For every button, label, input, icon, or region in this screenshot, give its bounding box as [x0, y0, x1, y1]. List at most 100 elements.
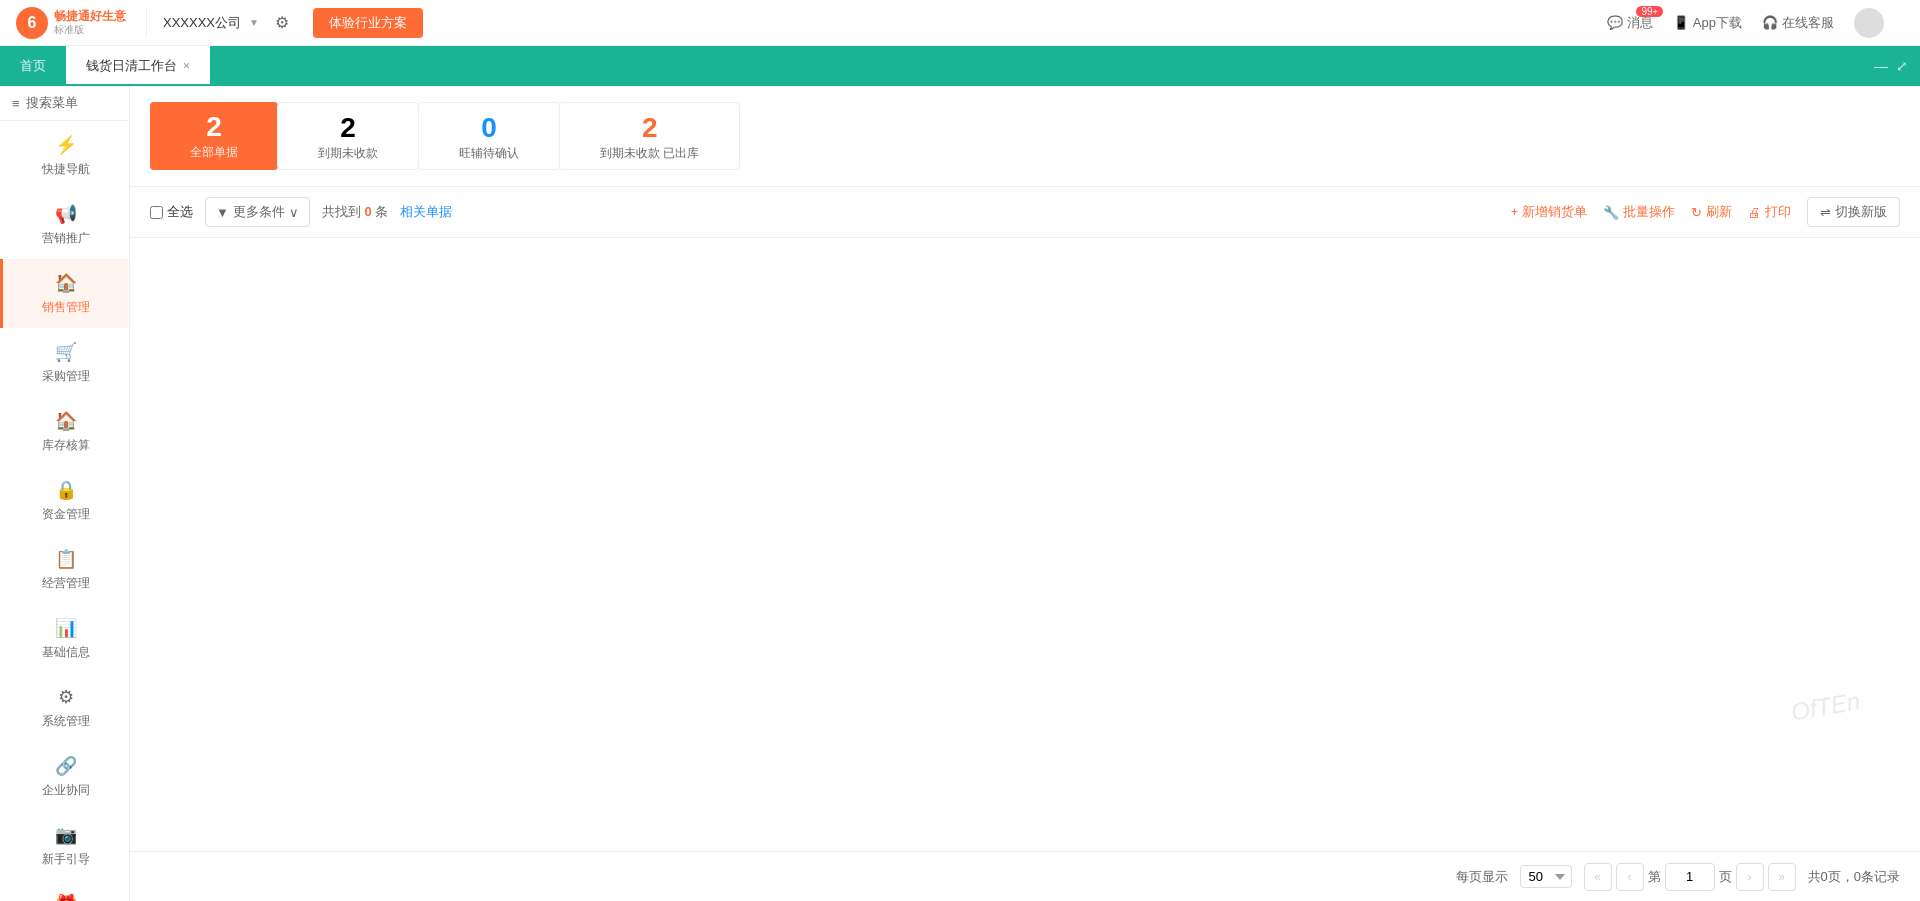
message-item[interactable]: 💬 消息 99+ — [1607, 14, 1653, 32]
message-icon: 💬 — [1607, 15, 1623, 30]
card-label-overdue-out: 到期未收款 已出库 — [600, 145, 699, 162]
summary-card-pending[interactable]: 0 旺辅待确认 — [418, 102, 560, 170]
new-sale-button[interactable]: + 新增销货单 — [1511, 203, 1587, 221]
select-all-input[interactable] — [150, 206, 163, 219]
card-label-all: 全部单据 — [190, 144, 238, 161]
sales-icon: 🏠 — [54, 271, 78, 295]
sidebar-item-app-center[interactable]: 🎁 应用中心 — [0, 880, 129, 901]
search-icon: ≡ — [12, 96, 20, 111]
online-service-item[interactable]: 🎧 在线客服 — [1762, 14, 1834, 32]
sidebar-item-operations[interactable]: 📋 经营管理 — [0, 535, 129, 604]
page-prefix-label: 第 — [1648, 868, 1661, 886]
filter-arrow-icon: ∨ — [289, 205, 299, 220]
tab-active[interactable]: 钱货日清工作台 × — [66, 46, 210, 86]
card-number-all: 2 — [206, 110, 222, 144]
app-center-icon: 🎁 — [54, 892, 78, 901]
company-dropdown-icon[interactable]: ▼ — [249, 17, 259, 28]
sidebar-item-label: 基础信息 — [42, 644, 90, 661]
per-page-label: 每页显示 — [1456, 868, 1508, 886]
card-number-pending: 0 — [481, 111, 497, 145]
nav-tabs: 首页 钱货日清工作台 × — ⤢ — [0, 46, 1920, 86]
company-name: XXXXXX公司 — [163, 14, 241, 32]
batch-operation-button[interactable]: 🔧 批量操作 — [1603, 203, 1675, 221]
filter-button[interactable]: ▼ 更多条件 ∨ — [205, 197, 310, 227]
logo-area: 6 畅捷通好生意 标准版 — [16, 7, 146, 39]
print-button[interactable]: 🖨 打印 — [1748, 203, 1791, 221]
summary-cards: 2 全部单据 2 到期未收款 0 旺辅待确认 2 到期未收款 已出库 — [130, 86, 1920, 187]
maximize-tab-icon[interactable]: ⤢ — [1896, 58, 1908, 74]
sidebar-item-label: 经营管理 — [42, 575, 90, 592]
tab-indicator — [66, 84, 210, 86]
summary-card-all[interactable]: 2 全部单据 — [150, 102, 278, 170]
sidebar-item-label: 库存核算 — [42, 437, 90, 454]
sidebar-item-label: 企业协同 — [42, 782, 90, 799]
nav-tab-actions: — ⤢ — [1874, 58, 1920, 74]
next-page-button[interactable]: › — [1736, 863, 1764, 891]
purchase-icon: 🛒 — [54, 340, 78, 364]
app-download-item[interactable]: 📱 App下载 — [1673, 14, 1742, 32]
settings-icon[interactable]: ⚙ — [275, 13, 289, 32]
last-page-button[interactable]: » — [1768, 863, 1796, 891]
logo-title: 畅捷通好生意 — [54, 9, 126, 23]
header-right: 💬 消息 99+ 📱 App下载 🎧 在线客服 — [1607, 8, 1904, 38]
card-number-overdue-out: 2 — [642, 111, 658, 145]
sidebar-item-purchase[interactable]: 🛒 采购管理 — [0, 328, 129, 397]
guide-icon: 📷 — [54, 823, 78, 847]
per-page-select[interactable]: 50 10 20 100 — [1520, 865, 1572, 888]
headset-icon: 🎧 — [1762, 15, 1778, 30]
toolbar-left: 全选 ▼ 更多条件 ∨ 共找到 0 条 相关单据 — [150, 197, 1499, 227]
page-number-input[interactable] — [1665, 863, 1715, 891]
trial-button[interactable]: 体验行业方案 — [313, 8, 423, 38]
tab-home[interactable]: 首页 — [0, 46, 66, 86]
sidebar-item-system[interactable]: ⚙ 系统管理 — [0, 673, 129, 742]
enterprise-icon: 🔗 — [54, 754, 78, 778]
first-page-button[interactable]: « — [1584, 863, 1612, 891]
switch-version-button[interactable]: ⇌ 切换新版 — [1807, 197, 1900, 227]
sidebar-item-label: 快捷导航 — [42, 161, 90, 178]
sidebar-item-basic-info[interactable]: 📊 基础信息 — [0, 604, 129, 673]
tab-close-icon[interactable]: × — [183, 59, 190, 73]
sidebar-item-inventory[interactable]: 🏠 库存核算 — [0, 397, 129, 466]
card-label-overdue: 到期未收款 — [318, 145, 378, 162]
count-num: 0 — [365, 204, 372, 219]
refresh-button[interactable]: ↻ 刷新 — [1691, 203, 1732, 221]
page-navigation: « ‹ 第 页 › » — [1584, 863, 1796, 891]
online-service-label: 在线客服 — [1782, 14, 1834, 32]
quick-nav-icon: ⚡ — [54, 133, 78, 157]
summary-card-overdue-out[interactable]: 2 到期未收款 已出库 — [559, 102, 740, 170]
table-area — [130, 238, 1920, 851]
tab-active-label: 钱货日清工作台 — [86, 57, 177, 75]
sidebar-search[interactable]: ≡ 搜索菜单 — [0, 86, 129, 121]
header-company: XXXXXX公司 ▼ ⚙ 体验行业方案 — [146, 8, 1607, 38]
filter-label: 更多条件 — [233, 203, 285, 221]
avatar[interactable] — [1854, 8, 1884, 38]
sidebar-item-label: 新手引导 — [42, 851, 90, 868]
sidebar-item-capital[interactable]: 🔒 资金管理 — [0, 466, 129, 535]
marketing-icon: 📢 — [54, 202, 78, 226]
batch-icon: 🔧 — [1603, 205, 1619, 220]
sidebar-item-label: 系统管理 — [42, 713, 90, 730]
related-orders-link[interactable]: 相关单据 — [400, 203, 452, 221]
logo-text: 畅捷通好生意 标准版 — [54, 9, 126, 35]
sidebar-item-sales[interactable]: 🏠 销售管理 — [0, 259, 129, 328]
sidebar-item-marketing[interactable]: 📢 营销推广 — [0, 190, 129, 259]
toolbar: 全选 ▼ 更多条件 ∨ 共找到 0 条 相关单据 + 新增销货单 🔧 — [130, 187, 1920, 238]
logo-subtitle: 标准版 — [54, 24, 126, 36]
content-area: 2 全部单据 2 到期未收款 0 旺辅待确认 2 到期未收款 已出库 全选 — [130, 86, 1920, 901]
sidebar-item-label: 采购管理 — [42, 368, 90, 385]
sidebar-item-guide[interactable]: 📷 新手引导 — [0, 811, 129, 880]
top-header: 6 畅捷通好生意 标准版 XXXXXX公司 ▼ ⚙ 体验行业方案 💬 消息 99… — [0, 0, 1920, 46]
sidebar-item-quick-nav[interactable]: ⚡ 快捷导航 — [0, 121, 129, 190]
sidebar-item-enterprise[interactable]: 🔗 企业协同 — [0, 742, 129, 811]
prev-page-button[interactable]: ‹ — [1616, 863, 1644, 891]
system-icon: ⚙ — [54, 685, 78, 709]
pagination: 每页显示 50 10 20 100 « ‹ 第 页 › » 共0页，0条记录 — [130, 851, 1920, 901]
minimize-tab-icon[interactable]: — — [1874, 58, 1888, 74]
inventory-icon: 🏠 — [54, 409, 78, 433]
select-all-checkbox[interactable]: 全选 — [150, 203, 193, 221]
basic-info-icon: 📊 — [54, 616, 78, 640]
message-badge: 99+ — [1636, 6, 1662, 17]
summary-card-overdue[interactable]: 2 到期未收款 — [277, 102, 419, 170]
sidebar: ≡ 搜索菜单 ⚡ 快捷导航 📢 营销推广 🏠 销售管理 🛒 采购管理 🏠 库存核… — [0, 86, 130, 901]
print-icon: 🖨 — [1748, 205, 1761, 220]
